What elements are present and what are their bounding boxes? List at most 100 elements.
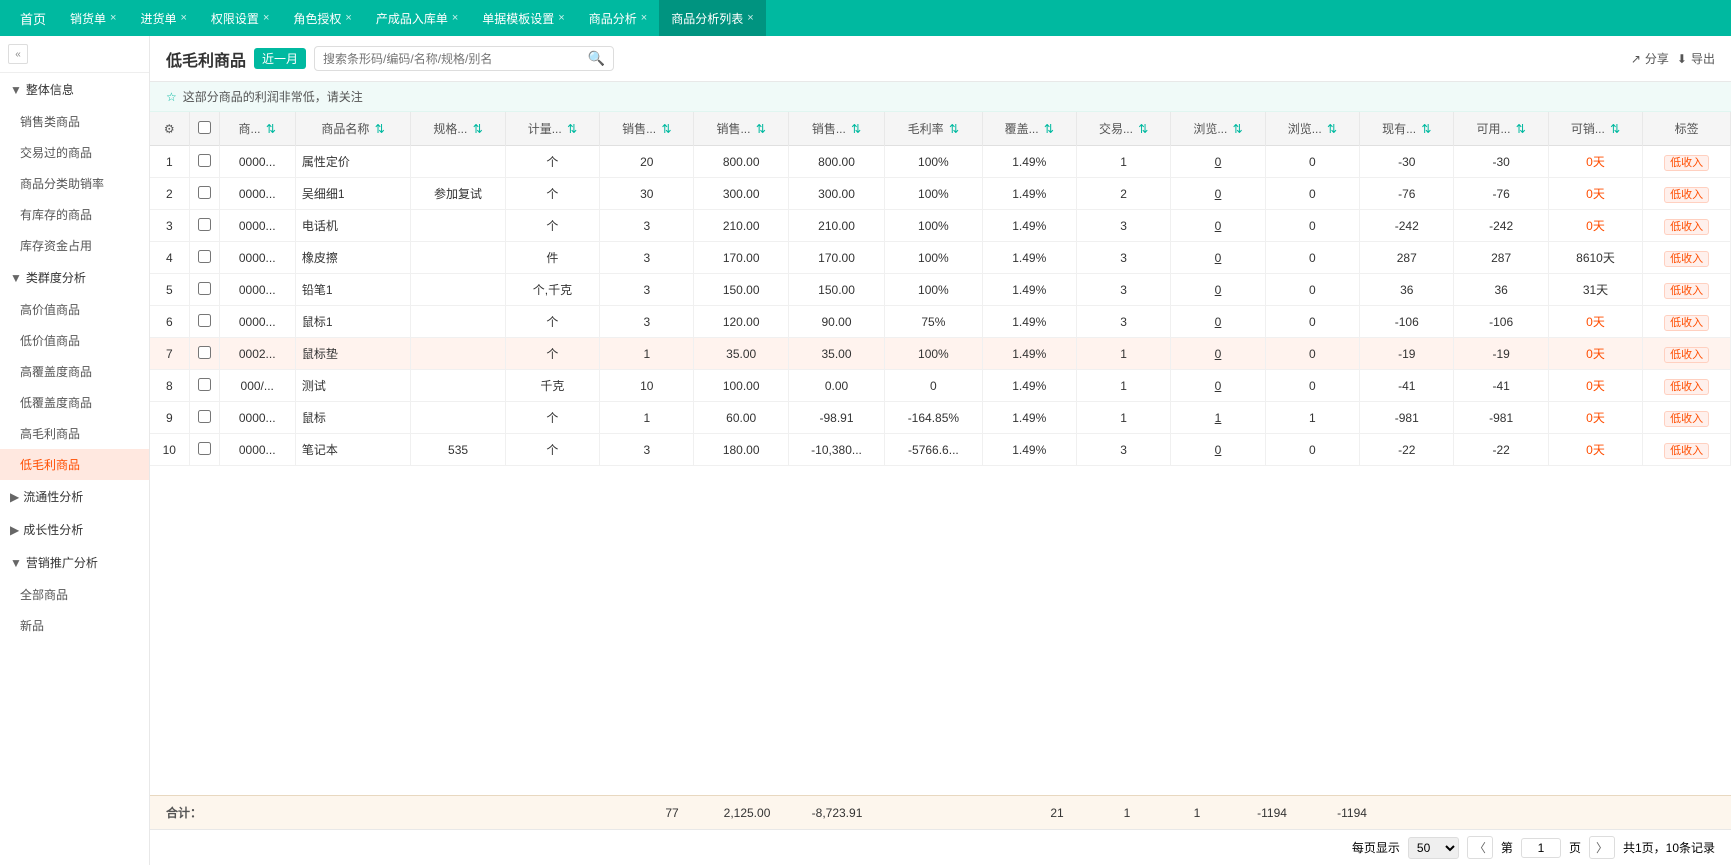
- sidebar-item-high-value[interactable]: 高价值商品: [0, 294, 149, 325]
- nav-purchase-close[interactable]: ×: [180, 12, 186, 24]
- col-code[interactable]: 商... ⇅: [219, 112, 295, 146]
- col-current-stock[interactable]: 现有... ⇅: [1360, 112, 1454, 146]
- row-gross-rate: 75%: [885, 306, 982, 338]
- row-checkbox[interactable]: [198, 410, 211, 423]
- arrow-marketing: ▼: [10, 556, 22, 570]
- row-views1[interactable]: 0: [1171, 370, 1265, 402]
- row-name: 铅笔1: [295, 274, 411, 306]
- nav-analysis-close[interactable]: ×: [641, 12, 647, 24]
- nav-template-close[interactable]: ×: [558, 12, 564, 24]
- row-checkbox-cell[interactable]: [189, 402, 219, 434]
- row-checkbox-cell[interactable]: [189, 434, 219, 466]
- row-views1[interactable]: 0: [1171, 146, 1265, 178]
- col-sales-qty[interactable]: 销售... ⇅: [600, 112, 694, 146]
- nav-products-close[interactable]: ×: [452, 12, 458, 24]
- sidebar-item-all-goods[interactable]: 全部商品: [0, 579, 149, 610]
- nav-permissions-close[interactable]: ×: [263, 12, 269, 24]
- sidebar-item-low-value[interactable]: 低价值商品: [0, 325, 149, 356]
- col-checkbox[interactable]: [189, 112, 219, 146]
- sidebar-item-low-margin[interactable]: 低毛利商品: [0, 449, 149, 480]
- col-spec[interactable]: 规格... ⇅: [411, 112, 505, 146]
- col-unit[interactable]: 计量... ⇅: [505, 112, 599, 146]
- share-button[interactable]: ↗ 分享: [1631, 50, 1669, 67]
- row-checkbox[interactable]: [198, 346, 211, 359]
- sidebar-item-inventory-goods[interactable]: 有库存的商品: [0, 199, 149, 230]
- sidebar-item-low-coverage[interactable]: 低覆盖度商品: [0, 387, 149, 418]
- nav-home[interactable]: 首页: [8, 0, 58, 36]
- sidebar-group-growth[interactable]: ▶ 成长性分析: [0, 513, 149, 546]
- sidebar-item-new-goods[interactable]: 新品: [0, 610, 149, 641]
- sidebar-item-high-margin[interactable]: 高毛利商品: [0, 418, 149, 449]
- nav-roles[interactable]: 角色授权 ×: [281, 0, 363, 36]
- nav-analysis-list-close[interactable]: ×: [747, 12, 753, 24]
- nav-sales-close[interactable]: ×: [110, 12, 116, 24]
- col-settings[interactable]: ⚙: [150, 112, 189, 146]
- nav-sales[interactable]: 销货单 ×: [58, 0, 128, 36]
- footer-sales-amount: 2,125.00: [702, 806, 792, 820]
- search-icon[interactable]: 🔍: [588, 50, 605, 67]
- row-checkbox[interactable]: [198, 250, 211, 263]
- sidebar-group-marketing[interactable]: ▼ 营销推广分析: [0, 546, 149, 579]
- sidebar-item-sales-goods[interactable]: 销售类商品: [0, 106, 149, 137]
- col-sales-amount[interactable]: 销售... ⇅: [694, 112, 788, 146]
- nav-products[interactable]: 产成品入库单 ×: [364, 0, 470, 36]
- nav-purchase[interactable]: 进货单 ×: [128, 0, 198, 36]
- col-available[interactable]: 可用... ⇅: [1454, 112, 1548, 146]
- nav-permissions[interactable]: 权限设置 ×: [199, 0, 281, 36]
- col-views1[interactable]: 浏览... ⇅: [1171, 112, 1265, 146]
- row-checkbox-cell[interactable]: [189, 370, 219, 402]
- col-sales-profit[interactable]: 销售... ⇅: [788, 112, 884, 146]
- row-checkbox[interactable]: [198, 314, 211, 327]
- row-checkbox[interactable]: [198, 378, 211, 391]
- time-tag-btn[interactable]: 近一月: [254, 48, 306, 69]
- row-views1[interactable]: 0: [1171, 210, 1265, 242]
- sidebar-item-traded-goods[interactable]: 交易过的商品: [0, 137, 149, 168]
- search-input[interactable]: [323, 52, 588, 66]
- nav-template[interactable]: 单据模板设置 ×: [470, 0, 576, 36]
- sidebar-group-overall[interactable]: ▼ 整体信息: [0, 73, 149, 106]
- export-button[interactable]: ⬇ 导出: [1677, 50, 1715, 67]
- page-size-select[interactable]: 50 100: [1408, 837, 1459, 859]
- row-checkbox-cell[interactable]: [189, 146, 219, 178]
- row-views1[interactable]: 0: [1171, 178, 1265, 210]
- col-sellable[interactable]: 可销... ⇅: [1548, 112, 1642, 146]
- nav-analysis-list[interactable]: 商品分析列表 ×: [659, 0, 765, 36]
- row-views1[interactable]: 0: [1171, 242, 1265, 274]
- row-views1[interactable]: 1: [1171, 402, 1265, 434]
- col-transactions[interactable]: 交易... ⇅: [1076, 112, 1170, 146]
- nav-roles-close[interactable]: ×: [345, 12, 351, 24]
- row-views1[interactable]: 0: [1171, 434, 1265, 466]
- prev-page-btn[interactable]: 〈: [1467, 836, 1493, 859]
- next-page-btn[interactable]: 〉: [1589, 836, 1615, 859]
- page-number-input[interactable]: [1521, 838, 1561, 858]
- sidebar-group-circulation[interactable]: ▶ 流通性分析: [0, 480, 149, 513]
- row-checkbox-cell[interactable]: [189, 210, 219, 242]
- col-views2[interactable]: 浏览... ⇅: [1265, 112, 1359, 146]
- row-checkbox-cell[interactable]: [189, 178, 219, 210]
- row-name: 电话机: [295, 210, 411, 242]
- select-all-checkbox[interactable]: [198, 121, 211, 134]
- row-checkbox[interactable]: [198, 282, 211, 295]
- row-views1[interactable]: 0: [1171, 306, 1265, 338]
- col-gross-rate[interactable]: 毛利率 ⇅: [885, 112, 982, 146]
- row-checkbox-cell[interactable]: [189, 338, 219, 370]
- sidebar-item-category-rate[interactable]: 商品分类助销率: [0, 168, 149, 199]
- table-container[interactable]: ⚙ 商... ⇅ 商品名称 ⇅ 规格... ⇅ 计量... ⇅ 销售... ⇅ …: [150, 112, 1731, 795]
- col-tag[interactable]: 标签: [1643, 112, 1731, 146]
- row-checkbox[interactable]: [198, 218, 211, 231]
- row-checkbox-cell[interactable]: [189, 274, 219, 306]
- sidebar-item-high-coverage[interactable]: 高覆盖度商品: [0, 356, 149, 387]
- row-views1[interactable]: 0: [1171, 338, 1265, 370]
- row-checkbox[interactable]: [198, 186, 211, 199]
- row-views1[interactable]: 0: [1171, 274, 1265, 306]
- row-checkbox[interactable]: [198, 154, 211, 167]
- sidebar-item-capital[interactable]: 库存资金占用: [0, 230, 149, 261]
- row-checkbox-cell[interactable]: [189, 306, 219, 338]
- row-checkbox[interactable]: [198, 442, 211, 455]
- nav-analysis[interactable]: 商品分析 ×: [577, 0, 659, 36]
- col-coverage[interactable]: 覆盖... ⇅: [982, 112, 1076, 146]
- col-name[interactable]: 商品名称 ⇅: [295, 112, 411, 146]
- row-checkbox-cell[interactable]: [189, 242, 219, 274]
- sidebar-collapse-btn[interactable]: «: [8, 44, 28, 64]
- sidebar-group-cluster[interactable]: ▼ 类群度分析: [0, 261, 149, 294]
